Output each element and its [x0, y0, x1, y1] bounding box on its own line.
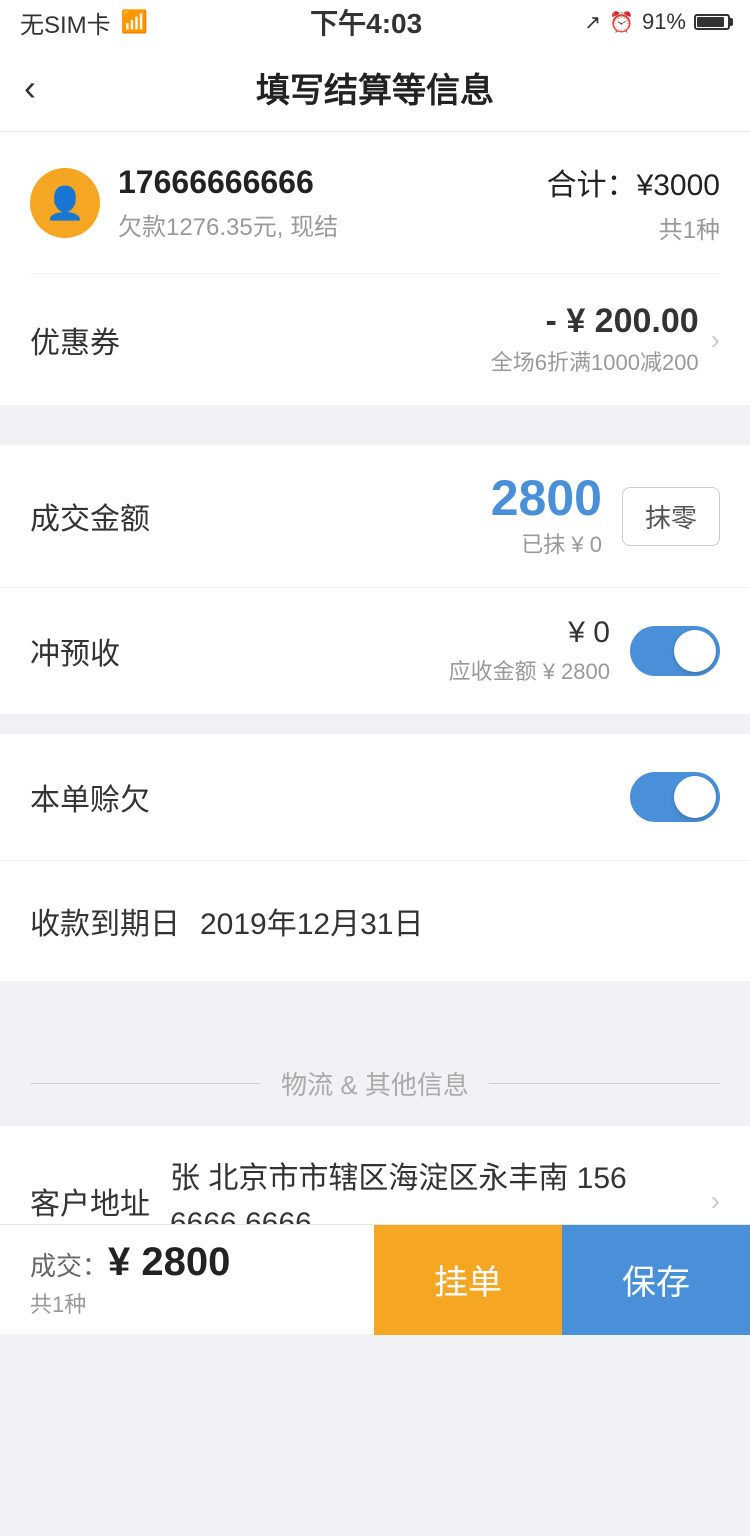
status-time: 下午4:03 [310, 2, 422, 42]
address-label: 客户地址 [30, 1179, 150, 1223]
customer-total: 合计：¥3000 [547, 160, 720, 204]
battery-text: 91% [642, 9, 686, 35]
bottom-count: 共1种 [30, 1287, 344, 1319]
amount-value-wrap: 2800 已抹 ¥ 0 [491, 473, 602, 559]
duedate-row: 收款到期日 2019年12月31日 [0, 861, 750, 981]
prereceive-main: ¥ 0 [449, 616, 610, 650]
coupon-row[interactable]: 优惠券 - ¥ 200.00 全场6折满1000减200 › [0, 274, 750, 405]
duedate-section: 收款到期日 2019年12月31日 [0, 860, 750, 981]
round-button[interactable]: 抹零 [622, 487, 720, 546]
debt-label: 本单赊欠 [30, 775, 150, 819]
save-button[interactable]: 保存 [562, 1225, 750, 1335]
header: ‹ 填写结算等信息 [0, 44, 750, 132]
coupon-label: 优惠券 [30, 318, 120, 362]
amount-sub: 已抹 ¥ 0 [491, 527, 602, 559]
prereceive-sub: 应收金额 ¥ 2800 [449, 654, 610, 686]
alarm-icon: ⏰ [609, 10, 634, 35]
coupon-right: - ¥ 200.00 全场6折满1000减200 › [491, 302, 720, 377]
status-right: ↗ ⏰ 91% [584, 9, 730, 35]
bottom-total-row: 成交：¥ 2800 [30, 1240, 344, 1285]
sep-line-right [489, 1083, 720, 1084]
page-title: 填写结算等信息 [256, 63, 494, 112]
customer-right: 合计：¥3000 共1种 [547, 160, 720, 245]
prereceive-row: 冲预收 ¥ 0 应收金额 ¥ 2800 [0, 587, 750, 714]
location-icon: ↗ [584, 10, 601, 35]
prereceive-amount: ¥ 0 应收金额 ¥ 2800 [449, 616, 610, 686]
section-gap-1 [0, 425, 750, 445]
total-label: 合计： [547, 169, 637, 202]
bottom-deal-label: 成交： [30, 1251, 108, 1281]
bottom-left: 成交：¥ 2800 共1种 [0, 1240, 374, 1319]
prereceive-label: 冲预收 [30, 629, 120, 673]
debt-toggle[interactable] [630, 772, 720, 822]
section-gap-2 [0, 714, 750, 734]
amount-label: 成交金额 [30, 494, 150, 538]
status-bar: 无SIM卡 📶 下午4:03 ↗ ⏰ 91% [0, 0, 750, 44]
debt-row: 本单赊欠 [0, 734, 750, 860]
battery-icon [694, 14, 730, 30]
logistics-sep-text: 物流 & 其他信息 [281, 1065, 469, 1102]
customer-info: 17666666666 欠款1276.35元, 现结 [118, 164, 338, 242]
duedate-label: 收款到期日 [30, 899, 180, 943]
coupon-amount: - ¥ 200.00 [491, 302, 699, 341]
sep-line-left [30, 1083, 261, 1084]
customer-left: 👤 17666666666 欠款1276.35元, 现结 [30, 164, 338, 242]
debt-section: 本单赊欠 收款到期日 2019年12月31日 [0, 734, 750, 981]
avatar: 👤 [30, 168, 100, 238]
section-gap-3 [0, 1001, 750, 1021]
customer-phone: 17666666666 [118, 164, 338, 201]
customer-debt: 欠款1276.35元, 现结 [118, 207, 338, 242]
prereceive-toggle[interactable] [630, 626, 720, 676]
coupon-info: - ¥ 200.00 全场6折满1000减200 [491, 302, 699, 377]
wifi-icon: 📶 [121, 9, 148, 35]
prereceive-right: ¥ 0 应收金额 ¥ 2800 [449, 616, 720, 686]
amount-row: 成交金额 2800 已抹 ¥ 0 抹零 [0, 445, 750, 587]
coupon-chevron-icon: › [711, 324, 720, 356]
hold-button[interactable]: 挂单 [374, 1225, 562, 1335]
address-chevron-icon: › [711, 1185, 720, 1217]
customer-card: 👤 17666666666 欠款1276.35元, 现结 合计：¥3000 共1… [0, 132, 750, 405]
duedate-value: 2019年12月31日 [200, 899, 423, 943]
bottom-bar: 成交：¥ 2800 共1种 挂单 保存 [0, 1224, 750, 1334]
amount-right: 2800 已抹 ¥ 0 抹零 [491, 473, 720, 559]
customer-count: 共1种 [547, 210, 720, 245]
total-amount: ¥3000 [637, 169, 720, 202]
back-button[interactable]: ‹ [24, 67, 36, 109]
amount-value: 2800 [491, 473, 602, 523]
bottom-deal-amount: ¥ 2800 [108, 1240, 230, 1284]
status-left: 无SIM卡 📶 [20, 5, 148, 40]
coupon-desc: 全场6折满1000减200 [491, 345, 699, 377]
customer-row: 👤 17666666666 欠款1276.35元, 现结 合计：¥3000 共1… [0, 132, 750, 273]
logistics-sep: 物流 & 其他信息 [0, 1041, 750, 1126]
amount-section: 成交金额 2800 已抹 ¥ 0 抹零 冲预收 ¥ 0 应收金额 ¥ 2800 [0, 445, 750, 714]
carrier-text: 无SIM卡 [20, 5, 111, 40]
